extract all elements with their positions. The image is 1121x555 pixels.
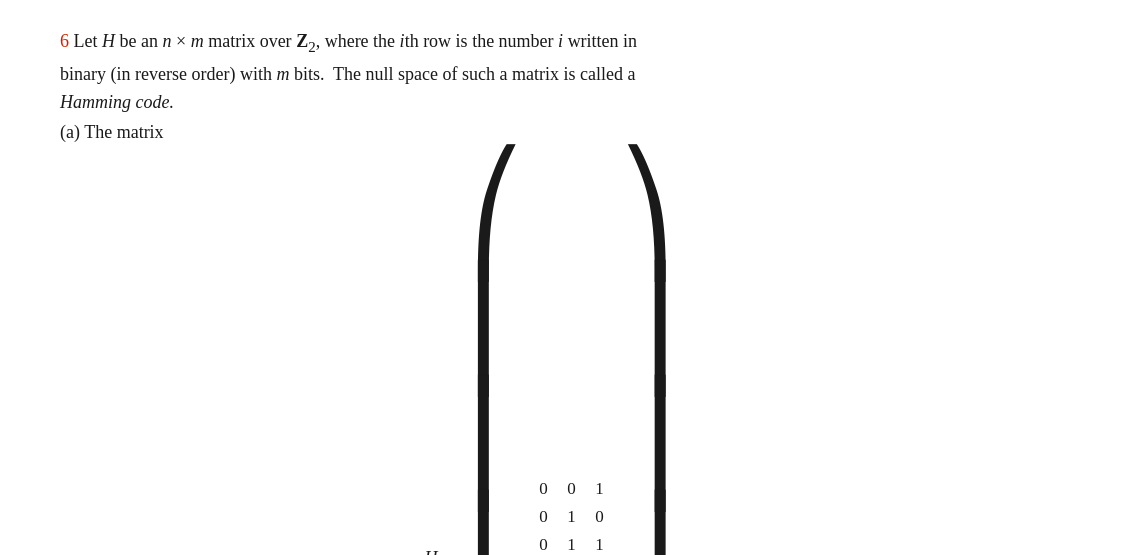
matrix-section: H = ⎛⎜⎜⎜⎜⎜⎝ 0 0 1 0 1 0 0 1 1 <box>60 157 1040 555</box>
problem-number: 6 <box>60 31 69 51</box>
cell-2-2: 1 <box>558 503 586 531</box>
cell-3-1: 0 <box>530 531 558 555</box>
matrix-grid: 0 0 1 0 1 0 0 1 1 1 0 0 1 <box>530 475 614 555</box>
cell-1-2: 0 <box>558 475 586 503</box>
matrix-wrapper: ⎛⎜⎜⎜⎜⎜⎝ 0 0 1 0 1 0 0 1 1 1 0 <box>468 157 676 555</box>
cell-3-3: 1 <box>586 531 614 555</box>
bracket-left: ⎛⎜⎜⎜⎜⎜⎝ <box>468 157 526 555</box>
matrix-label: H <box>424 545 437 555</box>
main-content: 6 Let H be an n × m matrix over Z2, wher… <box>60 28 1040 555</box>
cell-1-3: 1 <box>586 475 614 503</box>
statement-line2: binary (in reverse order) with m bits. T… <box>60 61 1040 89</box>
hamming-label: Hamming code. <box>60 89 1040 117</box>
problem-statement: 6 Let H be an n × m matrix over Z2, wher… <box>60 28 1040 59</box>
cell-2-3: 0 <box>586 503 614 531</box>
bracket-right: ⎞⎟⎟⎟⎟⎟⎠ <box>618 157 676 555</box>
cell-2-1: 0 <box>530 503 558 531</box>
cell-1-1: 0 <box>530 475 558 503</box>
statement-intro: Let H be an n × m matrix over Z2, where … <box>74 31 638 51</box>
part-a-label: (a) The matrix <box>60 119 1040 147</box>
equals-sign: = <box>447 545 457 555</box>
cell-3-2: 1 <box>558 531 586 555</box>
matrix-equation: H = ⎛⎜⎜⎜⎜⎜⎝ 0 0 1 0 1 0 0 1 1 <box>424 157 675 555</box>
